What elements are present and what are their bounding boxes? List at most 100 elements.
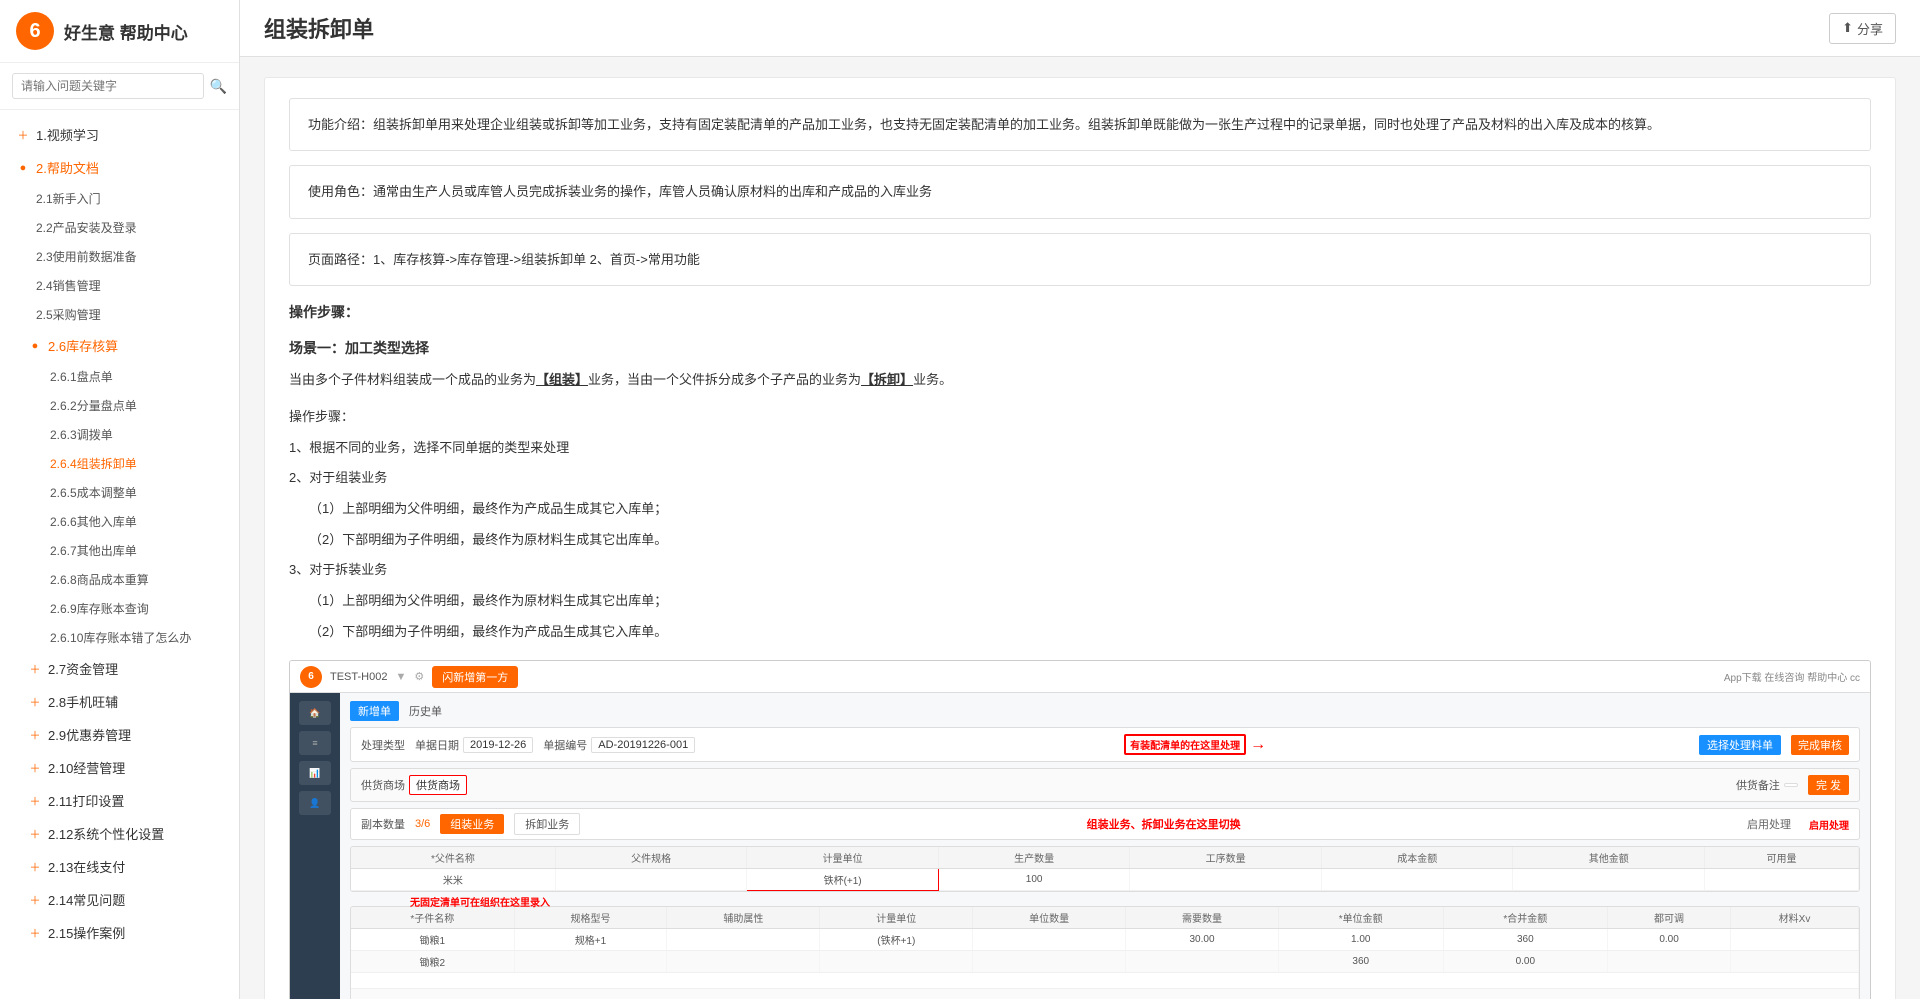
share-icon: ⬆ — [1842, 20, 1853, 36]
sc-disassemble-btn[interactable]: 拆卸业务 — [514, 813, 580, 835]
sc-type-row: 副本数量 3/6 组装业务 拆卸业务 组装业务、拆卸业务在这里切换 启用处理 启… — [350, 808, 1860, 840]
sc-process-label: 启用处理 — [1747, 816, 1791, 832]
sidebar-item-stock-err[interactable]: 2.6.10库存账本错了怎么办 — [0, 623, 239, 652]
sc-upper-table-area: *父件名称 父件规格 计量单位 生产数量 工序数量 成本金额 其他金额 可用量 — [350, 846, 1860, 892]
screenshot-inner: 6 TEST-H002 ▼ ⚙ 闪新增第一方 App下载 在线咨询 帮助中心 c… — [290, 661, 1870, 999]
lower-td-1-0: 锄粮2 — [351, 951, 514, 973]
sc-confirm-btn[interactable]: 完 发 — [1808, 775, 1849, 795]
sc-annotation-top: 有装配清单的在这里处理 — [1124, 734, 1246, 755]
sc-date-label: 单据日期 — [415, 737, 459, 753]
upper-td-5 — [1321, 869, 1513, 891]
lower-td-1-3 — [820, 951, 973, 973]
step-3: 3、对于拆装业务 — [289, 558, 1871, 583]
lower-td-0-3: (铁杯+1) — [820, 929, 973, 951]
expand-icon-coupon: ＋ — [28, 728, 42, 742]
sc-settings-icon: ⚙ — [414, 670, 424, 683]
sidebar-item-stock-count[interactable]: 2.6.1盘点单 — [0, 362, 239, 391]
page-title: 组装拆卸单 — [264, 12, 374, 44]
sc-remark-label: 供货备注 — [1736, 777, 1780, 793]
sc-form-header: 处理类型 单据日期 2019-12-26 单据编号 AD-20191226-00… — [350, 727, 1860, 762]
step-2-2: （2）下部明细为子件明细，最终作为原材料生成其它出库单。 — [289, 528, 1871, 553]
sidebar-item-video[interactable]: ＋ 1.视频学习 — [0, 118, 239, 151]
sc-sub-form: 供货商场 供货商场 供货备注 完 发 — [350, 768, 1860, 802]
expand-icon-online-pay: ＋ — [28, 860, 42, 874]
share-button[interactable]: ⬆ 分享 — [1829, 13, 1896, 44]
sc-field-date: 单据日期 2019-12-26 — [415, 737, 533, 753]
sidebar-item-mobile[interactable]: ＋ 2.8手机旺辅 — [0, 685, 239, 718]
lower-td-0-7: 360 — [1443, 929, 1608, 951]
sc-upper-table: *父件名称 父件规格 计量单位 生产数量 工序数量 成本金额 其他金额 可用量 — [351, 847, 1859, 891]
step-2: 2、对于组装业务 — [289, 466, 1871, 491]
lower-td-1-8 — [1608, 951, 1731, 973]
lower-th-0: *子件名称 — [351, 907, 514, 929]
sidebar-item-coupon[interactable]: ＋ 2.9优惠券管理 — [0, 718, 239, 751]
expand-icon-biz: ＋ — [28, 761, 42, 775]
sidebar-item-stock-in[interactable]: 2.6.6其他入库单 — [0, 507, 239, 536]
lower-td-1-2 — [667, 951, 820, 973]
sc-form-section: 处理类型 单据日期 2019-12-26 单据编号 AD-20191226-00… — [350, 727, 1860, 802]
func-intro-block: 功能介绍：组装拆卸单用来处理企业组装或拆卸等加工业务，支持有固定装配清单的产品加… — [289, 98, 1871, 151]
sc-annotation-process: 启用处理 — [1809, 817, 1849, 832]
sidebar-item-custom[interactable]: ＋ 2.12系统个性化设置 — [0, 817, 239, 850]
sidebar-item-cases[interactable]: ＋ 2.15操作案例 — [0, 916, 239, 949]
sc-lower-table-area: *子件名称 规格型号 辅助属性 计量单位 单位数量 需要数量 *单位金额 *合并… — [350, 906, 1860, 999]
sidebar-item-stock-cost[interactable]: 2.6.5成本调整单 — [0, 478, 239, 507]
sc-annotation-type: 组装业务、拆卸业务在这里切换 — [1087, 816, 1241, 832]
sidebar-item-docs[interactable]: ● 2.帮助文档 — [0, 151, 239, 184]
sidebar-item-online-pay[interactable]: ＋ 2.13在线支付 — [0, 850, 239, 883]
upper-th-6: 其他金额 — [1513, 847, 1705, 869]
sc-tabs-row: 新增单 历史单 — [350, 701, 1860, 721]
lower-td-1-7: 0.00 — [1443, 951, 1608, 973]
nav-list: ＋ 1.视频学习 ● 2.帮助文档 2.1新手入门 2.2产品安装及登录 2.3… — [0, 110, 239, 999]
sc-qty-info: 副本数量 — [361, 816, 405, 832]
sidebar-item-finance[interactable]: ＋ 2.7资金管理 — [0, 652, 239, 685]
scenario-title: 场景一：加工类型选择 — [289, 338, 1871, 358]
sc-nav-home: 🏠 — [299, 701, 331, 725]
sidebar-item-stock-adj[interactable]: 2.6.3调拨单 — [0, 420, 239, 449]
sidebar-item-stock-split[interactable]: 2.6.2分量盘点单 — [0, 391, 239, 420]
sc-customer-label: 供货商场 — [361, 777, 405, 793]
app-title: 好生意 帮助中心 — [64, 19, 188, 44]
sidebar-item-stock-check[interactable]: 2.6.9库存账本查询 — [0, 594, 239, 623]
ops-steps-title: 操作步骤： — [289, 302, 1871, 322]
sc-tab-new[interactable]: 新增单 — [350, 701, 399, 721]
sc-assemble-btn[interactable]: 组装业务 — [440, 814, 504, 834]
sidebar-item-stock[interactable]: ● 2.6库存核算 — [0, 329, 239, 362]
scenario-desc: 当由多个子件材料组装成一个成品的业务为【组装】业务，当由一个父件拆分成多个子产品… — [289, 368, 1871, 393]
sc-tab-history[interactable]: 历史单 — [401, 701, 450, 721]
main-header: 组装拆卸单 ⬆ 分享 — [240, 0, 1920, 57]
upper-table-row: 米米 铁杯(+1) 100 — [351, 869, 1859, 891]
sidebar-item-purchase[interactable]: 2.5采购管理 — [0, 300, 239, 329]
sidebar-item-faq[interactable]: ＋ 2.14常见问题 — [0, 883, 239, 916]
sidebar-item-biz[interactable]: ＋ 2.10经营管理 — [0, 751, 239, 784]
lower-td-0-6: 1.00 — [1278, 929, 1443, 951]
sidebar-item-new-user[interactable]: 2.1新手入门 — [0, 184, 239, 213]
sc-test-id: TEST-H002 — [330, 671, 387, 683]
sc-customer-field: 供货商场 供货商场 — [361, 775, 467, 795]
sc-new-button[interactable]: 闪新增第一方 — [432, 666, 518, 688]
upper-td-3: 100 — [938, 869, 1130, 891]
sc-arrow-right: → — [1250, 736, 1266, 754]
upper-table-header-row: *父件名称 父件规格 计量单位 生产数量 工序数量 成本金额 其他金额 可用量 — [351, 847, 1859, 869]
sidebar-item-stock-assemble[interactable]: 2.6.4组装拆卸单 — [0, 449, 239, 478]
sidebar-item-stock-cost2[interactable]: 2.6.8商品成本重算 — [0, 565, 239, 594]
sc-annotation-area: 有装配清单的在这里处理 → — [705, 734, 1689, 755]
sidebar-item-stock-out[interactable]: 2.6.7其他出库单 — [0, 536, 239, 565]
lower-table-row-0: 锄粮1 规格+1 (铁杯+1) 30.00 1.00 360 — [351, 929, 1859, 951]
sidebar-item-install[interactable]: 2.2产品安装及登录 — [0, 213, 239, 242]
sc-process-btn[interactable]: 选择处理料单 — [1699, 735, 1781, 755]
search-button[interactable]: 🔍 — [210, 78, 227, 95]
sidebar-header: 6 好生意 帮助中心 — [0, 0, 239, 63]
lower-td-0-0: 锄粮1 — [351, 929, 514, 951]
sc-code-val: AD-20191226-001 — [591, 737, 695, 753]
sidebar: 6 好生意 帮助中心 🔍 ＋ 1.视频学习 ● 2.帮助文档 2.1新手入门 2… — [0, 0, 240, 999]
search-input[interactable] — [12, 73, 204, 99]
sidebar-item-data-prep[interactable]: 2.3使用前数据准备 — [0, 242, 239, 271]
sc-lower-table: *子件名称 规格型号 辅助属性 计量单位 单位数量 需要数量 *单位金额 *合并… — [351, 907, 1859, 999]
sc-topbar-right: App下载 在线咨询 帮助中心 cc — [1724, 669, 1860, 684]
sidebar-item-print[interactable]: ＋ 2.11打印设置 — [0, 784, 239, 817]
step-3-2: （2）下部明细为子件明细，最终作为产成品生成其它入库单。 — [289, 620, 1871, 645]
lower-td-0-9 — [1731, 929, 1859, 951]
sc-date-val: 2019-12-26 — [463, 737, 533, 753]
sidebar-item-sales[interactable]: 2.4销售管理 — [0, 271, 239, 300]
